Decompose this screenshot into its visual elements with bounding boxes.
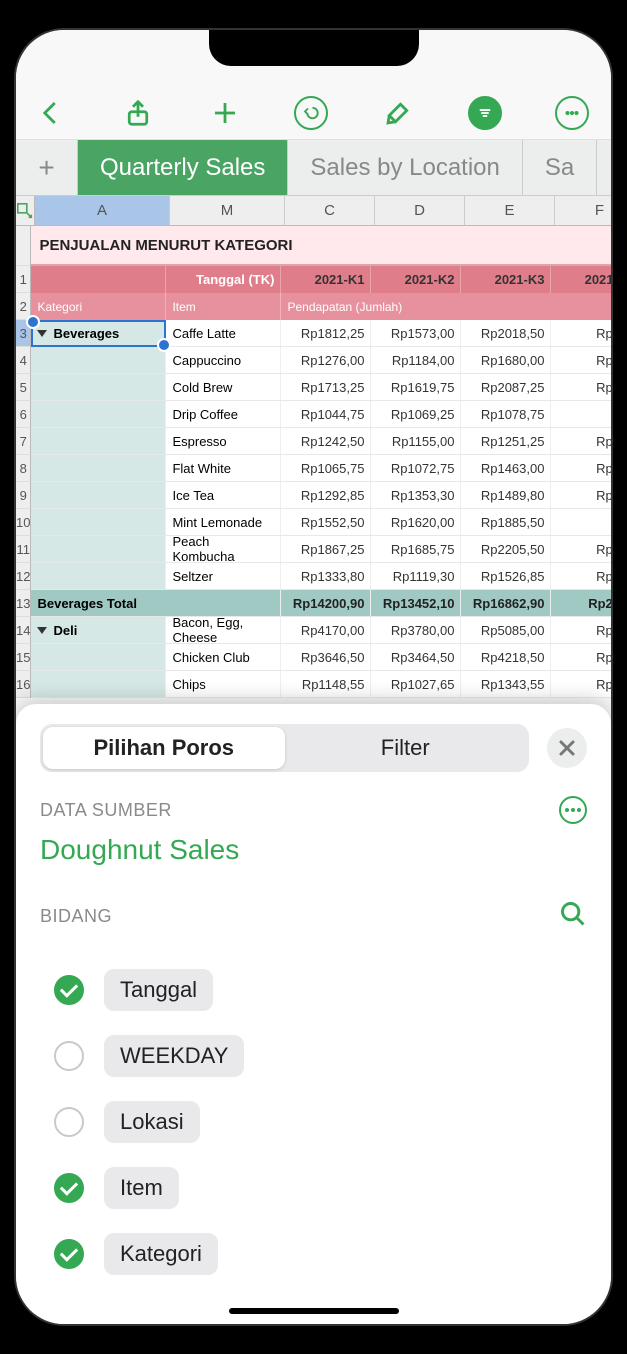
total-row[interactable]: Beverages TotalRp14200,90Rp13452,10Rp168… — [31, 590, 611, 617]
column-header[interactable]: F — [555, 196, 611, 225]
back-icon[interactable] — [34, 96, 68, 130]
row-header[interactable]: 8 — [16, 455, 30, 482]
filter-icon[interactable] — [468, 96, 502, 130]
field-checkbox[interactable] — [54, 1173, 84, 1203]
more-icon[interactable] — [555, 96, 589, 130]
fields-section-label: BIDANG — [40, 906, 112, 927]
field-row[interactable]: Kategori — [48, 1221, 579, 1287]
row-header[interactable]: 3 — [16, 320, 30, 347]
table-row[interactable]: DeliBacon, Egg, CheeseRp4170,00Rp3780,00… — [31, 617, 611, 644]
table-row[interactable]: EspressoRp1242,50Rp1155,00Rp1251,25Rp194 — [31, 428, 611, 455]
source-table-name[interactable]: Doughnut Sales — [40, 834, 587, 866]
field-checkbox[interactable] — [54, 1239, 84, 1269]
table-row[interactable]: Peach KombuchaRp1867,25Rp1685,75Rp2205,5… — [31, 536, 611, 563]
row-header[interactable]: 15 — [16, 644, 30, 671]
table-header-2: Kategori Item Pendapatan (Jumlah) — [31, 293, 611, 320]
sheet-tab[interactable]: Sa — [523, 140, 597, 195]
row-header[interactable]: 2 — [16, 293, 30, 320]
table-row[interactable]: Drip CoffeeRp1044,75Rp1069,25Rp1078,75Rp — [31, 401, 611, 428]
sheet-tab[interactable]: Sales by Location — [288, 140, 522, 195]
home-indicator[interactable] — [229, 1308, 399, 1314]
source-more-button[interactable] — [559, 796, 587, 824]
row-header[interactable]: 4 — [16, 347, 30, 374]
field-pill[interactable]: Tanggal — [104, 969, 213, 1011]
column-header[interactable]: E — [465, 196, 555, 225]
table-row[interactable]: Ice TeaRp1292,85Rp1353,30Rp1489,80Rp206 — [31, 482, 611, 509]
table-row[interactable]: Flat WhiteRp1065,75Rp1072,75Rp1463,00Rp1… — [31, 455, 611, 482]
field-checkbox[interactable] — [54, 1041, 84, 1071]
column-header[interactable]: D — [375, 196, 465, 225]
add-icon[interactable] — [208, 96, 242, 130]
row-header[interactable]: 6 — [16, 401, 30, 428]
segment-control[interactable]: Pilihan PorosFilter — [40, 724, 529, 772]
row-header[interactable]: 7 — [16, 428, 30, 455]
table-row[interactable]: CappuccinoRp1276,00Rp1184,00Rp1680,00Rp1… — [31, 347, 611, 374]
field-row[interactable]: Tanggal — [48, 957, 579, 1023]
row-header[interactable]: 9 — [16, 482, 30, 509]
table-row[interactable]: Chicken ClubRp3646,50Rp3464,50Rp4218,50R… — [31, 644, 611, 671]
field-row[interactable]: Lokasi — [48, 1089, 579, 1155]
undo-icon[interactable] — [294, 96, 328, 130]
add-sheet-button[interactable]: + — [16, 140, 78, 195]
select-all-corner[interactable] — [16, 196, 35, 225]
search-fields-button[interactable] — [559, 900, 587, 933]
source-section-label: DATA SUMBER — [40, 800, 172, 821]
field-checkbox[interactable] — [54, 1107, 84, 1137]
row-header[interactable]: 12 — [16, 563, 30, 590]
share-icon[interactable] — [121, 96, 155, 130]
segment-filter[interactable]: Filter — [285, 727, 527, 769]
pivot-options-panel: Pilihan PorosFilter DATA SUMBER Doughnut… — [16, 704, 611, 1324]
row-header[interactable]: 10 — [16, 509, 30, 536]
field-pill[interactable]: Item — [104, 1167, 179, 1209]
close-panel-button[interactable] — [547, 728, 587, 768]
fields-list: Tanggal WEEKDAY Lokasi Item Kategori — [40, 943, 587, 1301]
sheet-tabs: + Quarterly SalesSales by LocationSa — [16, 140, 611, 196]
table-title: PENJUALAN MENURUT KATEGORI — [31, 226, 611, 266]
field-checkbox[interactable] — [54, 975, 84, 1005]
segment-pilihan-poros[interactable]: Pilihan Poros — [43, 727, 285, 769]
field-row[interactable]: WEEKDAY — [48, 1023, 579, 1089]
field-pill[interactable]: Kategori — [104, 1233, 218, 1275]
table-row[interactable]: BeveragesCaffe LatteRp1812,25Rp1573,00Rp… — [31, 320, 611, 347]
column-header[interactable]: A — [35, 196, 170, 225]
table-row[interactable]: ChipsRp1148,55Rp1027,65Rp1343,55Rp139 — [31, 671, 611, 698]
table-header-1: Tanggal (TK) 2021-K12021-K22021-K32021-K… — [31, 266, 611, 293]
field-row[interactable]: Item — [48, 1155, 579, 1221]
row-header[interactable]: 13 — [16, 590, 30, 617]
row-header[interactable]: 14 — [16, 617, 30, 644]
field-pill[interactable]: Lokasi — [104, 1101, 200, 1143]
table-row[interactable]: Mint LemonadeRp1552,50Rp1620,00Rp1885,50… — [31, 509, 611, 536]
format-brush-icon[interactable] — [381, 96, 415, 130]
column-header[interactable]: M — [170, 196, 285, 225]
row-header[interactable]: 1 — [16, 266, 30, 293]
row-header[interactable]: 11 — [16, 536, 30, 563]
column-header[interactable]: C — [285, 196, 375, 225]
field-pill[interactable]: WEEKDAY — [104, 1035, 244, 1077]
spreadsheet[interactable]: AMCDEF 12345678910111213141516 PENJUALAN… — [16, 196, 611, 698]
row-header[interactable]: 5 — [16, 374, 30, 401]
row-headers[interactable]: 12345678910111213141516 — [16, 226, 31, 698]
sheet-tab[interactable]: Quarterly Sales — [78, 140, 288, 195]
table-row[interactable]: SeltzerRp1333,80Rp1119,30Rp1526,85Rp209 — [31, 563, 611, 590]
notch — [209, 30, 419, 66]
table-row[interactable]: Cold BrewRp1713,25Rp1619,75Rp2087,25Rp22… — [31, 374, 611, 401]
row-header[interactable]: 16 — [16, 671, 30, 698]
